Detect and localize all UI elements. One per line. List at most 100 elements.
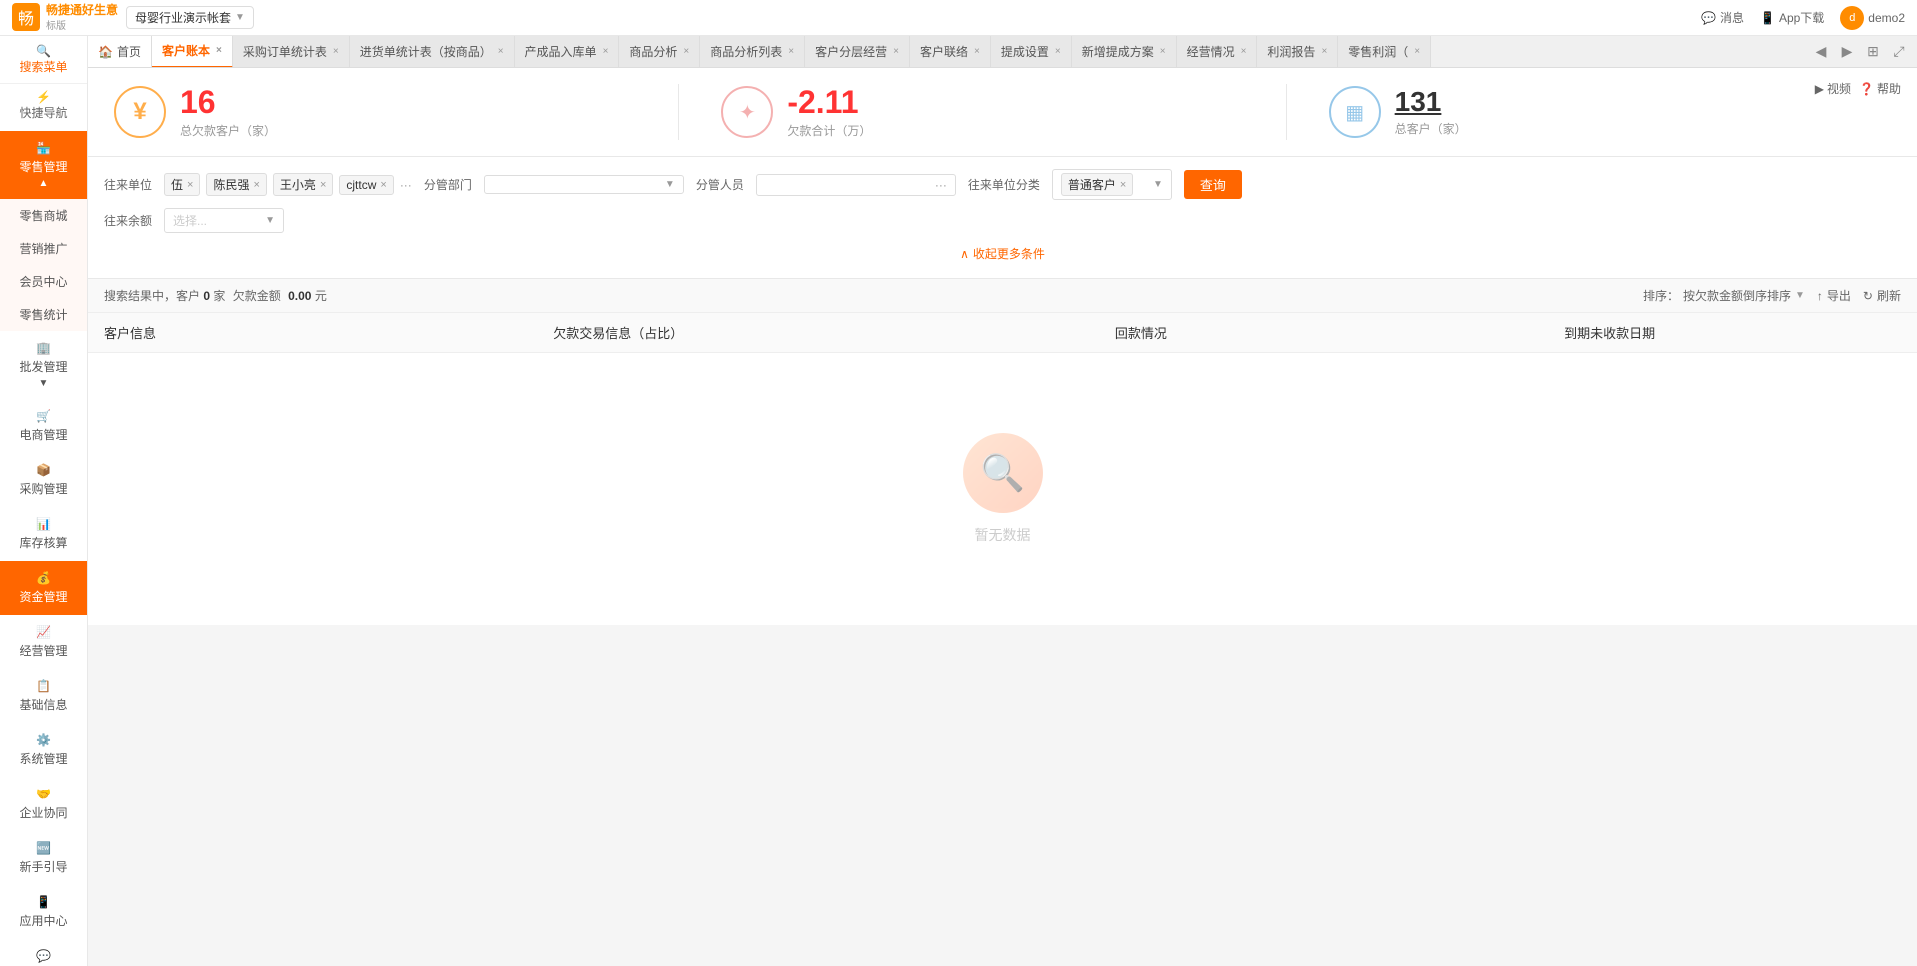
tab-improve-settings[interactable]: 提成设置 × (991, 36, 1072, 68)
sidebar-item-label-marketing: 营销推广 (19, 242, 67, 256)
sidebar-item-retail-stats[interactable]: 零售统计 (0, 298, 87, 331)
tab-close-customer-book[interactable]: × (216, 45, 222, 56)
filter-tag-1-close[interactable]: × (187, 179, 193, 191)
help-button[interactable]: ❓ 帮助 (1859, 80, 1901, 97)
filter-tag-2-close[interactable]: × (253, 179, 259, 191)
refresh-button[interactable]: ↻ 刷新 (1863, 287, 1901, 304)
clients-icon: ▦ (1345, 100, 1364, 125)
system-icon: ⚙️ (36, 733, 51, 747)
filter-tag-4[interactable]: cjttcw × (339, 175, 393, 195)
sidebar-item-retail-mgmt[interactable]: 🏪 零售管理 ▲ (0, 131, 87, 199)
remaining-select[interactable]: 选择... ▼ (164, 208, 284, 233)
filter-tag-3[interactable]: 王小亮 × (273, 173, 333, 196)
filter-tag-1[interactable]: 伍 × (164, 173, 200, 196)
tab-purchase-order[interactable]: 采购订单统计表 × (233, 36, 350, 68)
sidebar-item-retail-mall[interactable]: 零售商城 (0, 199, 87, 232)
tab-customer-book[interactable]: 客户账本 × (152, 36, 233, 68)
person-select[interactable]: ··· (756, 174, 956, 196)
tab-prev-button[interactable]: ◀ (1809, 40, 1833, 64)
tab-product-analysis-list[interactable]: 商品分析列表 × (700, 36, 805, 68)
sort-selector[interactable]: 排序： 按欠款金额倒序排序 ▼ (1643, 287, 1805, 304)
tab-profit-report[interactable]: 利润报告 × (1257, 36, 1338, 68)
export-button[interactable]: ↑ 导出 (1817, 287, 1851, 304)
tab-retail-profit[interactable]: 零售利润（ × (1338, 36, 1431, 68)
tab-close-product-analysis-list[interactable]: × (788, 46, 794, 57)
sidebar-item-system[interactable]: ⚙️ 系统管理 (0, 723, 87, 777)
app-download-button[interactable]: 📱 App下载 (1760, 9, 1824, 26)
store-selector[interactable]: 母婴行业演示帐套 ▼ (126, 6, 254, 29)
tab-business-status[interactable]: 经营情况 × (1177, 36, 1258, 68)
dept-label: 分管部门 (424, 176, 472, 193)
sidebar-item-ops[interactable]: 📈 经营管理 (0, 615, 87, 669)
sidebar-item-marketing[interactable]: 营销推广 (0, 232, 87, 265)
tab-expand-button[interactable]: ⤢ (1887, 40, 1911, 64)
tab-close-customer-segment[interactable]: × (893, 46, 899, 57)
finance-icon: 💰 (36, 571, 51, 585)
filter-tags-unit: 伍 × 陈民强 × 王小亮 × cjttcw × (164, 173, 412, 196)
tab-close-purchase-order[interactable]: × (333, 46, 339, 57)
video-button[interactable]: ▶ 视频 (1815, 80, 1851, 97)
sidebar-item-inventory[interactable]: 📊 库存核算 (0, 507, 87, 561)
tab-close-inbound-stats[interactable]: × (498, 46, 504, 57)
app-download-label: App下载 (1779, 9, 1824, 26)
filter-tag-4-close[interactable]: × (380, 179, 386, 191)
tab-close-improve-settings[interactable]: × (1055, 46, 1061, 57)
page-content: ¥ 16 总欠款客户（家） ✦ - (88, 68, 1917, 966)
sidebar-item-ecommerce[interactable]: 🛒 电商管理 (0, 399, 87, 453)
sidebar-item-app-center[interactable]: 📱 应用中心 (0, 885, 87, 939)
tab-customer-segment-label: 客户分层经营 (815, 43, 887, 60)
sidebar-item-basic[interactable]: 📋 基础信息 (0, 669, 87, 723)
sidebar-item-label-basic: 基础信息 (19, 696, 67, 713)
sidebar-item-finance[interactable]: 💰 资金管理 (0, 561, 87, 615)
sidebar-item-wholesale[interactable]: 🏢 批发管理 ▼ (0, 331, 87, 399)
tab-home[interactable]: 🏠 首页 (88, 36, 152, 68)
stat-info-arrears: -2.11 欠款合计（万） (787, 86, 871, 139)
top-bar: 畅 畅捷通好生意 标版 母婴行业演示帐套 ▼ 💬 消息 📱 App下载 d de… (0, 0, 1917, 36)
sidebar-item-label-ecommerce: 电商管理 (19, 426, 67, 443)
tab-inbound-stats[interactable]: 进货单统计表（按商品） × (350, 36, 515, 68)
filter-tag-2[interactable]: 陈民强 × (206, 173, 266, 196)
sidebar-item-label-mall: 零售商城 (19, 209, 67, 223)
arrears-icon: ✦ (739, 100, 756, 125)
user-area[interactable]: d demo2 (1840, 6, 1905, 30)
quick-nav-button[interactable]: ⚡ 快捷导航 (0, 84, 87, 127)
more-tags-button[interactable]: ··· (400, 178, 412, 192)
tab-next-button[interactable]: ▶ (1835, 40, 1859, 64)
sidebar-item-member[interactable]: 会员中心 (0, 265, 87, 298)
sidebar-item-wechat[interactable]: 💬 企业微信 (0, 939, 87, 966)
tab-customer-segment[interactable]: 客户分层经营 × (805, 36, 910, 68)
content-area: 🏠 首页 客户账本 × 采购订单统计表 × 进货单统计表（按商品） × 产成品入… (88, 36, 1917, 966)
query-button[interactable]: 查询 (1184, 170, 1242, 199)
stat-value-clients: 131 (1395, 88, 1467, 116)
tab-customer-contact[interactable]: 客户联络 × (910, 36, 991, 68)
sidebar-item-purchase[interactable]: 📦 采购管理 (0, 453, 87, 507)
table-header-col-2: 欠款交易信息（占比） (553, 323, 1115, 342)
sidebar-item-enterprise[interactable]: 🤝 企业协同 (0, 777, 87, 831)
unit-classify-tag-close[interactable]: × (1120, 179, 1126, 191)
tab-close-new-improve[interactable]: × (1160, 46, 1166, 57)
message-button[interactable]: 💬 消息 (1701, 9, 1744, 26)
main-layout: 🔍 搜索菜单 ⚡ 快捷导航 🏪 零售管理 ▲ 零售商城 营销推广 会员中心 零售… (0, 36, 1917, 966)
tab-close-retail-profit[interactable]: × (1414, 46, 1420, 57)
video-icon: ▶ (1815, 82, 1824, 96)
tab-retail-profit-label: 零售利润（ (1348, 43, 1408, 60)
tab-new-improve[interactable]: 新增提成方案 × (1072, 36, 1177, 68)
unit-label: 往来单位 (104, 176, 152, 193)
tab-close-business-status[interactable]: × (1241, 46, 1247, 57)
enterprise-icon: 🤝 (36, 787, 51, 801)
tab-inbound-stats-label: 进货单统计表（按商品） (360, 43, 492, 60)
search-menu-button[interactable]: 🔍 搜索菜单 (0, 36, 87, 84)
stat-circle-customers: ¥ (114, 86, 166, 138)
tab-cost-inbound[interactable]: 产成品入库单 × (515, 36, 620, 68)
tab-close-cost-inbound[interactable]: × (603, 46, 609, 57)
tab-product-analysis[interactable]: 商品分析 × (619, 36, 700, 68)
tab-close-customer-contact[interactable]: × (974, 46, 980, 57)
filter-tag-3-close[interactable]: × (320, 179, 326, 191)
dept-select[interactable]: ▼ (484, 175, 684, 194)
sidebar-item-new-guide[interactable]: 🆕 新手引导 (0, 831, 87, 885)
tab-close-profit-report[interactable]: × (1321, 46, 1327, 57)
tab-more-button[interactable]: ⊞ (1861, 40, 1885, 64)
collapse-button[interactable]: ∧ 收起更多条件 (960, 245, 1045, 262)
tab-close-product-analysis[interactable]: × (683, 46, 689, 57)
unit-classify-select[interactable]: 普通客户 × ▼ (1052, 169, 1172, 200)
